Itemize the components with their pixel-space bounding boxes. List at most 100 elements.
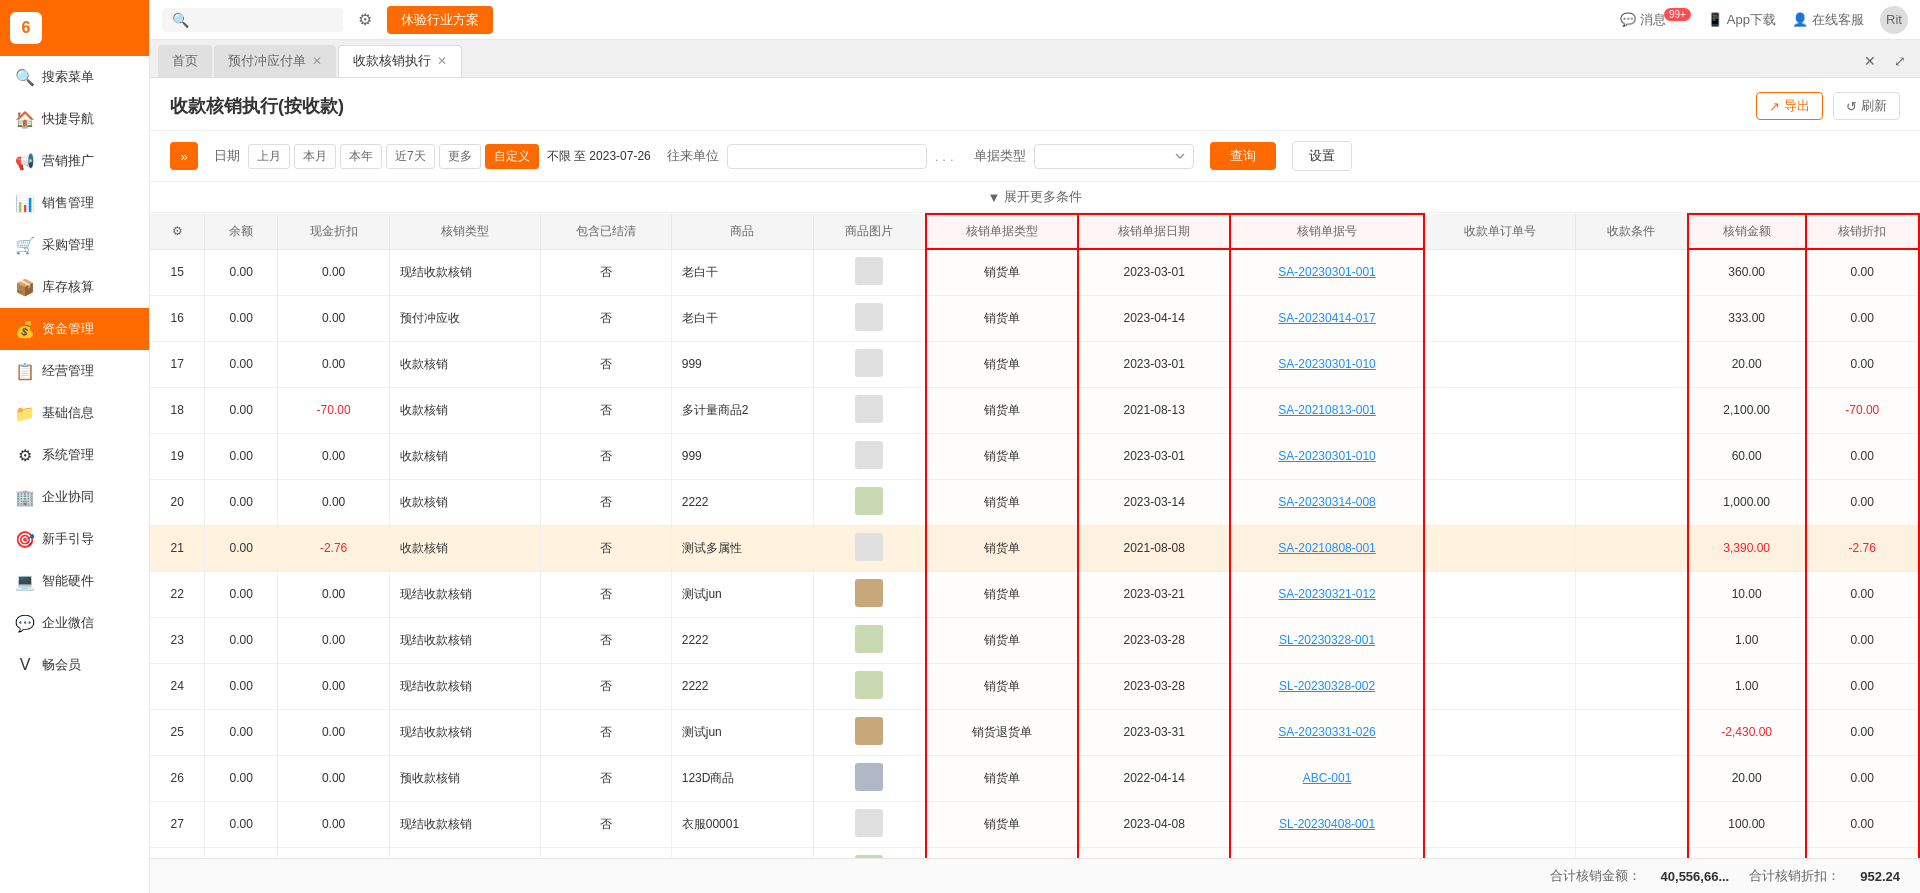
sidebar-item-label: 采购管理	[42, 236, 94, 254]
table-cell: 预收款核销	[389, 755, 540, 801]
table-cell: 否	[540, 341, 671, 387]
topbar-search-input[interactable]	[193, 12, 333, 27]
this-month-button[interactable]: 本月	[294, 144, 336, 169]
table-row: 270.000.00现结收款核销否衣服00001销货单2023-04-08SL-…	[150, 801, 1919, 847]
table-cell	[813, 755, 926, 801]
maximize-button[interactable]: ⤢	[1888, 49, 1912, 73]
table-cell[interactable]: SL-20230328-001	[1230, 617, 1423, 663]
table-cell: 0.00	[1806, 663, 1919, 709]
table-cell[interactable]: SA-20230301-010	[1230, 433, 1423, 479]
table-cell[interactable]: SL-20230328-002	[1230, 663, 1423, 709]
table-cell: -70.00	[1806, 387, 1919, 433]
tab-0[interactable]: 首页	[158, 45, 212, 77]
sidebar-item-nav[interactable]: 🏠快捷导航	[0, 98, 149, 140]
custom-date-button[interactable]: 自定义	[485, 144, 539, 169]
table-cell: 否	[540, 525, 671, 571]
expand-more-button[interactable]: ▼ 展开更多条件	[988, 188, 1083, 206]
partner-filter-dots: ...	[935, 149, 958, 164]
sidebar-item-inventory[interactable]: 📦库存核算	[0, 266, 149, 308]
topbar: 🔍 ⚙ 休验行业方案 💬 消息 99+ 📱 App下载 👤 在线客服 Rit	[150, 0, 1920, 40]
sidebar-item-sales[interactable]: 📊销售管理	[0, 182, 149, 224]
sidebar-item-finance[interactable]: 💰资金管理	[0, 308, 149, 350]
last-7-days-button[interactable]: 近7天	[386, 144, 435, 169]
sidebar-item-base[interactable]: 📁基础信息	[0, 392, 149, 434]
table-cell[interactable]: SA-20230321-012	[1230, 571, 1423, 617]
table-cell[interactable]: SL-20230418-001	[1230, 847, 1423, 858]
product-image	[855, 763, 883, 791]
table-cell: 否	[540, 295, 671, 341]
table-cell[interactable]: SA-20230314-008	[1230, 479, 1423, 525]
sidebar: 6 畅捷通好生意 标准版 🔍搜索菜单🏠快捷导航📢营销推广📊销售管理🛒采购管理📦库…	[0, 0, 150, 893]
table-cell: 0.00	[1806, 571, 1919, 617]
table-cell[interactable]: SA-20230301-010	[1230, 341, 1423, 387]
col-header-1: 余额	[205, 214, 278, 249]
sidebar-item-search[interactable]: 🔍搜索菜单	[0, 56, 149, 98]
table-cell[interactable]: ABC-001	[1230, 755, 1423, 801]
sidebar-item-hardware[interactable]: 💻智能硬件	[0, 560, 149, 602]
solution-button[interactable]: 休验行业方案	[387, 6, 493, 34]
online-service-button[interactable]: 👤 在线客服	[1792, 11, 1864, 29]
settings-button[interactable]: 设置	[1292, 141, 1352, 171]
sidebar-item-marketing[interactable]: 📢营销推广	[0, 140, 149, 182]
marketing-icon: 📢	[16, 152, 34, 170]
table-cell: 销货单	[926, 479, 1078, 525]
table-cell: 3,390.00	[1688, 525, 1806, 571]
product-image	[855, 487, 883, 515]
table-cell: 0.00	[205, 755, 278, 801]
table-cell[interactable]: SA-20230301-001	[1230, 249, 1423, 295]
sidebar-item-guide[interactable]: 🎯新手引导	[0, 518, 149, 560]
query-button[interactable]: 查询	[1210, 142, 1276, 170]
partner-filter-input[interactable]	[727, 144, 927, 169]
logo-icon: 6	[10, 12, 42, 44]
sidebar-item-label: 企业协同	[42, 488, 94, 506]
sidebar-item-member[interactable]: V畅会员	[0, 644, 149, 686]
table-cell	[1424, 249, 1575, 295]
table-cell: 现结收款核销	[389, 709, 540, 755]
table-cell[interactable]: SL-20230408-001	[1230, 801, 1423, 847]
sidebar-item-label: 畅会员	[42, 656, 81, 674]
table-cell[interactable]: SA-20210808-001	[1230, 525, 1423, 571]
tab-2[interactable]: 收款核销执行✕	[338, 45, 462, 77]
refresh-button[interactable]: ↺ 刷新	[1833, 92, 1900, 120]
export-icon: ↗	[1769, 99, 1780, 114]
table-cell: 销货单	[926, 801, 1078, 847]
table-cell	[1575, 571, 1688, 617]
table-cell: 0.00	[1806, 709, 1919, 755]
table-cell[interactable]: SA-20210813-001	[1230, 387, 1423, 433]
table-cell: 否	[540, 801, 671, 847]
product-image	[855, 625, 883, 653]
expand-more-bar: ▼ 展开更多条件	[150, 182, 1920, 213]
sidebar-item-purchase[interactable]: 🛒采购管理	[0, 224, 149, 266]
table-cell[interactable]: SA-20230331-026	[1230, 709, 1423, 755]
table-cell: 2021-08-13	[1078, 387, 1230, 433]
this-year-button[interactable]: 本年	[340, 144, 382, 169]
table-cell	[1424, 801, 1575, 847]
filter-expand-button[interactable]: »	[170, 142, 198, 170]
messages-button[interactable]: 💬 消息 99+	[1620, 11, 1691, 29]
table-cell: 2222	[671, 479, 813, 525]
tab-close-icon[interactable]: ✕	[312, 55, 322, 67]
table-cell: 0.00	[205, 525, 278, 571]
tab-close-icon[interactable]: ✕	[437, 55, 447, 67]
search-icon: 🔍	[172, 12, 189, 28]
gear-icon[interactable]: ⚙	[351, 6, 379, 34]
sidebar-item-enterprise[interactable]: 🏢企业协同	[0, 476, 149, 518]
close-tab-button[interactable]: ✕	[1858, 49, 1882, 73]
app-download-button[interactable]: 📱 App下载	[1707, 11, 1776, 29]
table-cell: 0.00	[278, 295, 390, 341]
more-date-button[interactable]: 更多	[439, 144, 481, 169]
tab-1[interactable]: 预付冲应付单✕	[214, 45, 336, 77]
sidebar-item-wechat[interactable]: 💬企业微信	[0, 602, 149, 644]
table-cell[interactable]: SA-20230414-017	[1230, 295, 1423, 341]
user-menu[interactable]: Rit	[1880, 6, 1908, 34]
export-button[interactable]: ↗ 导出	[1756, 92, 1823, 120]
sidebar-item-operations[interactable]: 📋经营管理	[0, 350, 149, 392]
sidebar-item-label: 销售管理	[42, 194, 94, 212]
table-cell: 测试jun	[671, 571, 813, 617]
product-image	[855, 349, 883, 377]
col-header-11: 收款条件	[1575, 214, 1688, 249]
table-cell: 否	[540, 387, 671, 433]
bill-type-select[interactable]	[1034, 144, 1194, 169]
last-month-button[interactable]: 上月	[248, 144, 290, 169]
table-cell: 现结收款核销	[389, 801, 540, 847]
